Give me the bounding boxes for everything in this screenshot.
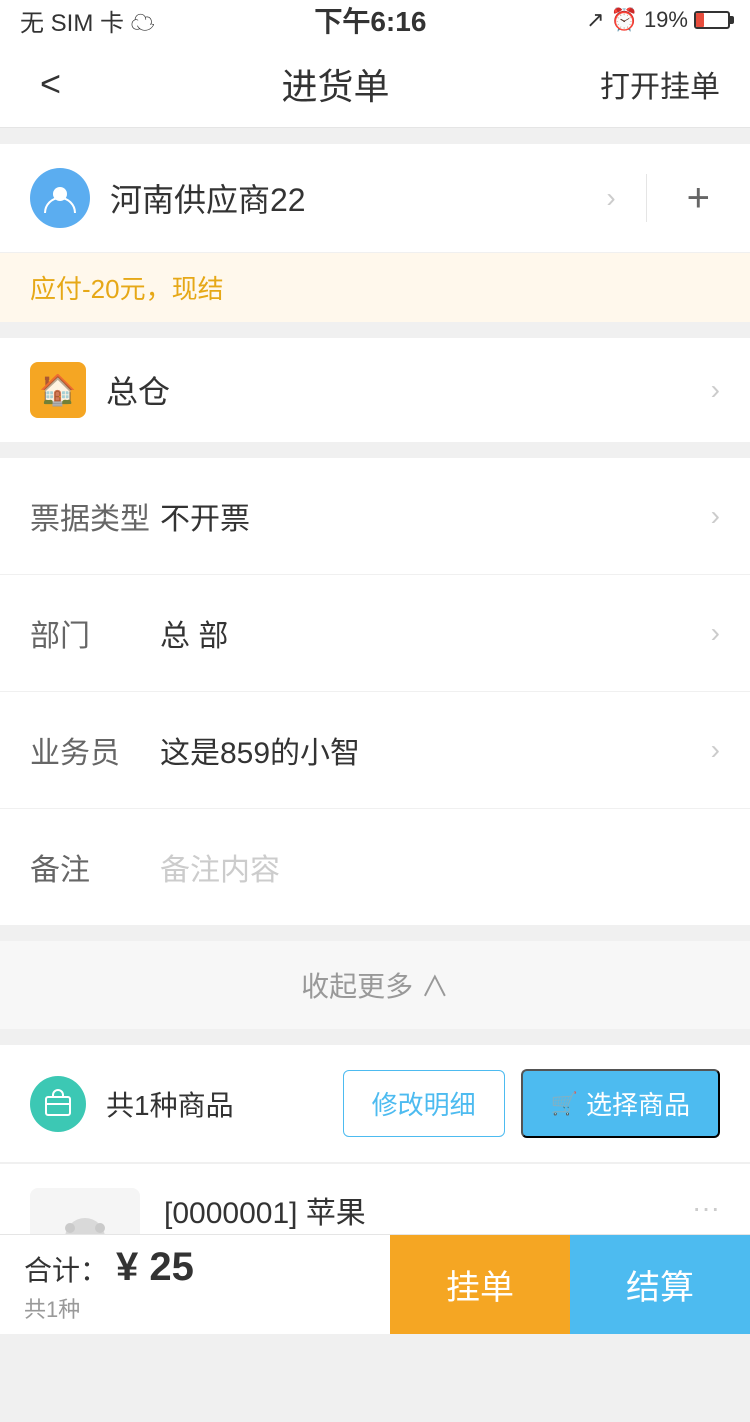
- collapse-button[interactable]: 收起更多 ∧: [0, 941, 750, 1029]
- page-title: 进货单: [282, 58, 390, 110]
- total-sub: 共1种: [24, 1292, 366, 1324]
- warehouse-chevron-icon: ›: [711, 374, 720, 406]
- remark-row[interactable]: 备注 备注内容: [0, 808, 750, 925]
- footer: 合计： ¥ 25 共1种 挂单 结算: [0, 1234, 750, 1334]
- sim-label: 无 SIM 卡 ☁: [20, 3, 155, 38]
- battery-icon: [694, 11, 730, 29]
- status-bar: 无 SIM 卡 ☁ 下午6:16 ↗ ⏰ 19%: [0, 0, 750, 40]
- modify-detail-button[interactable]: 修改明细: [343, 1070, 505, 1137]
- dept-value: 总 部: [160, 611, 711, 655]
- invoice-row[interactable]: 票据类型 不开票 ›: [0, 458, 750, 574]
- warehouse-row[interactable]: 🏠 总仓 ›: [0, 338, 750, 442]
- vertical-divider: [646, 174, 647, 222]
- product-header: 共1种商品 修改明细 🛒 选择商品: [0, 1045, 750, 1162]
- dept-chevron-icon: ›: [711, 617, 720, 649]
- info-banner: 应付-20元，现结: [0, 253, 750, 322]
- product-more-button[interactable]: ···: [692, 1188, 720, 1224]
- total-amount: ¥ 25: [116, 1245, 194, 1290]
- sales-chevron-icon: ›: [711, 734, 720, 766]
- remark-input[interactable]: 备注内容: [160, 845, 720, 889]
- add-button[interactable]: +: [677, 176, 720, 221]
- alarm-icon: ⏰: [611, 7, 638, 33]
- product-name: [0000001] 苹果: [164, 1188, 692, 1232]
- status-time: 下午6:16: [314, 0, 426, 40]
- select-product-icon: 🛒: [551, 1091, 578, 1117]
- form-section: 票据类型 不开票 › 部门 总 部 › 业务员 这是859的小智 › 备注 备注…: [0, 458, 750, 925]
- battery-percent: 19%: [644, 7, 688, 33]
- sales-value: 这是859的小智: [160, 728, 711, 772]
- location-icon: ↗: [586, 7, 604, 33]
- hang-button[interactable]: 挂单: [390, 1235, 570, 1334]
- dept-row[interactable]: 部门 总 部 ›: [0, 574, 750, 691]
- supplier-avatar: [30, 168, 90, 228]
- warehouse-icon: 🏠: [30, 362, 86, 418]
- supplier-section: 河南供应商22 › + 应付-20元，现结: [0, 144, 750, 322]
- settle-button[interactable]: 结算: [570, 1235, 750, 1334]
- supplier-row: 河南供应商22 › +: [0, 144, 750, 253]
- main-content: 河南供应商22 › + 应付-20元，现结 🏠 总仓 › 票据类型 不开票 › …: [0, 144, 750, 1422]
- product-count: 共1种商品: [106, 1084, 343, 1124]
- product-code: [0000001]: [164, 1197, 297, 1230]
- status-right: ↗ ⏰ 19%: [586, 7, 730, 33]
- footer-total: 合计： ¥ 25 共1种: [0, 1235, 390, 1334]
- back-button[interactable]: <: [30, 53, 71, 115]
- total-label: 合计：: [24, 1249, 108, 1289]
- select-product-label: 选择商品: [586, 1085, 690, 1122]
- open-pending-button[interactable]: 打开挂单: [600, 62, 720, 106]
- status-left: 无 SIM 卡 ☁: [20, 3, 155, 38]
- product-icon: [30, 1076, 86, 1132]
- sales-row[interactable]: 业务员 这是859的小智 ›: [0, 691, 750, 808]
- invoice-label: 票据类型: [30, 494, 160, 538]
- invoice-value: 不开票: [160, 494, 711, 538]
- total-row: 合计： ¥ 25: [24, 1245, 366, 1290]
- select-product-button[interactable]: 🛒 选择商品: [521, 1069, 720, 1138]
- sales-label: 业务员: [30, 728, 160, 772]
- remark-label: 备注: [30, 845, 160, 889]
- warehouse-section: 🏠 总仓 ›: [0, 338, 750, 442]
- dept-label: 部门: [30, 611, 160, 655]
- nav-bar: < 进货单 打开挂单: [0, 40, 750, 128]
- product-title: 苹果: [306, 1197, 366, 1230]
- supplier-name[interactable]: 河南供应商22: [110, 175, 606, 221]
- supplier-chevron-icon: ›: [606, 182, 615, 214]
- warehouse-name: 总仓: [106, 367, 711, 413]
- invoice-chevron-icon: ›: [711, 500, 720, 532]
